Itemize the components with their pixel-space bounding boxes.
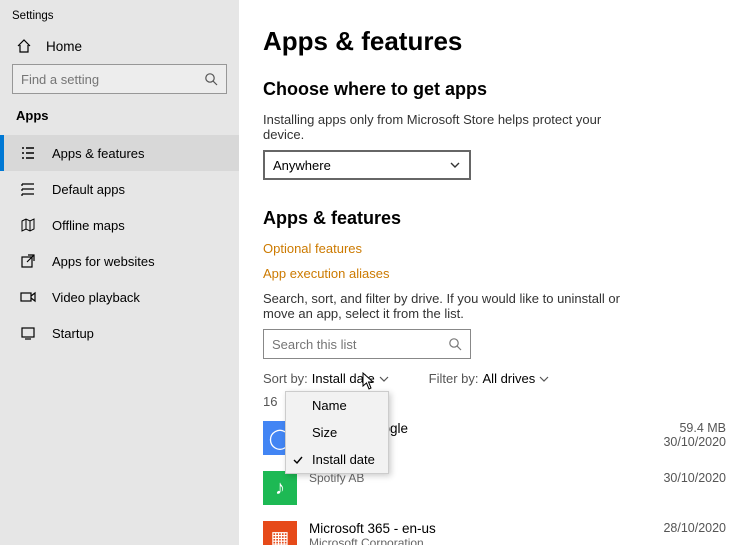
sort-option-size[interactable]: Size <box>286 419 388 446</box>
sort-option-label: Name <box>312 398 347 413</box>
filter-value: All drives <box>483 371 536 386</box>
af-heading: Apps & features <box>263 208 726 229</box>
launch-icon <box>20 253 36 269</box>
search-settings-field[interactable] <box>21 72 204 87</box>
optional-features-link[interactable]: Optional features <box>263 241 726 256</box>
sort-option-label: Size <box>312 425 337 440</box>
sort-filter-row: Sort by: Install date Filter by: All dri… <box>263 371 726 386</box>
search-icon <box>448 337 462 351</box>
nav-label: Video playback <box>52 290 140 305</box>
nav-startup[interactable]: Startup <box>0 315 239 351</box>
filter-by-control[interactable]: Filter by: All drives <box>429 371 550 386</box>
apps-features-section: Apps & features Optional features App ex… <box>263 208 726 545</box>
source-dropdown[interactable]: Anywhere <box>263 150 471 180</box>
nav-apps-websites[interactable]: Apps for websites <box>0 243 239 279</box>
home-icon <box>16 38 32 54</box>
filter-label: Filter by: <box>429 371 479 386</box>
sort-option-name[interactable]: Name <box>286 392 388 419</box>
nav-video-playback[interactable]: Video playback <box>0 279 239 315</box>
list-icon <box>20 145 36 161</box>
app-publisher: Microsoft Corporation <box>309 536 624 545</box>
app-execution-aliases-link[interactable]: App execution aliases <box>263 266 726 281</box>
source-desc: Installing apps only from Microsoft Stor… <box>263 112 623 142</box>
search-settings-input[interactable] <box>12 64 227 94</box>
app-icon: ♪ <box>263 471 297 505</box>
sort-label: Sort by: <box>263 371 308 386</box>
sort-by-control[interactable]: Sort by: Install date <box>263 371 389 386</box>
chevron-down-icon <box>449 159 461 171</box>
chevron-down-icon <box>379 374 389 384</box>
sort-value: Install date <box>312 371 375 386</box>
nav-default-apps[interactable]: Default apps <box>0 171 239 207</box>
app-icon: ▦ <box>263 521 297 545</box>
nav-label: Offline maps <box>52 218 125 233</box>
nav-offline-maps[interactable]: Offline maps <box>0 207 239 243</box>
app-name: Microsoft 365 - en-us <box>309 521 624 536</box>
nav-list: Apps & features Default apps Offline map… <box>0 135 239 351</box>
nav-apps-features[interactable]: Apps & features <box>0 135 239 171</box>
nav-label: Startup <box>52 326 94 341</box>
sidebar-heading: Apps <box>0 108 239 135</box>
nav-label: Default apps <box>52 182 125 197</box>
list-search-input[interactable] <box>263 329 471 359</box>
sort-option-install-date[interactable]: Install date <box>286 446 388 473</box>
check-icon <box>292 454 306 466</box>
af-desc: Search, sort, and filter by drive. If yo… <box>263 291 623 321</box>
app-row[interactable]: ▦ Microsoft 365 - en-us Microsoft Corpor… <box>263 513 726 545</box>
video-icon <box>20 289 36 305</box>
source-section: Choose where to get apps Installing apps… <box>263 79 726 180</box>
app-date: 30/10/2020 <box>636 471 726 485</box>
page-title: Apps & features <box>263 26 726 57</box>
nav-label: Apps for websites <box>52 254 155 269</box>
app-date: 30/10/2020 <box>636 435 726 449</box>
map-icon <box>20 217 36 233</box>
sidebar: Settings Home Apps Apps & features Defau… <box>0 0 239 545</box>
defaults-icon <box>20 181 36 197</box>
nav-label: Apps & features <box>52 146 145 161</box>
search-icon <box>204 72 218 86</box>
source-value: Anywhere <box>273 158 331 173</box>
home-label: Home <box>46 39 82 54</box>
list-search-field[interactable] <box>272 337 448 352</box>
sort-option-label: Install date <box>312 452 375 467</box>
source-heading: Choose where to get apps <box>263 79 726 100</box>
window-title: Settings <box>0 6 239 32</box>
chevron-down-icon <box>539 374 549 384</box>
sort-menu-popup: Name Size Install date <box>285 391 389 474</box>
app-date: 28/10/2020 <box>636 521 726 535</box>
startup-icon <box>20 325 36 341</box>
home-button[interactable]: Home <box>0 32 239 64</box>
app-size: 59.4 MB <box>636 421 726 435</box>
